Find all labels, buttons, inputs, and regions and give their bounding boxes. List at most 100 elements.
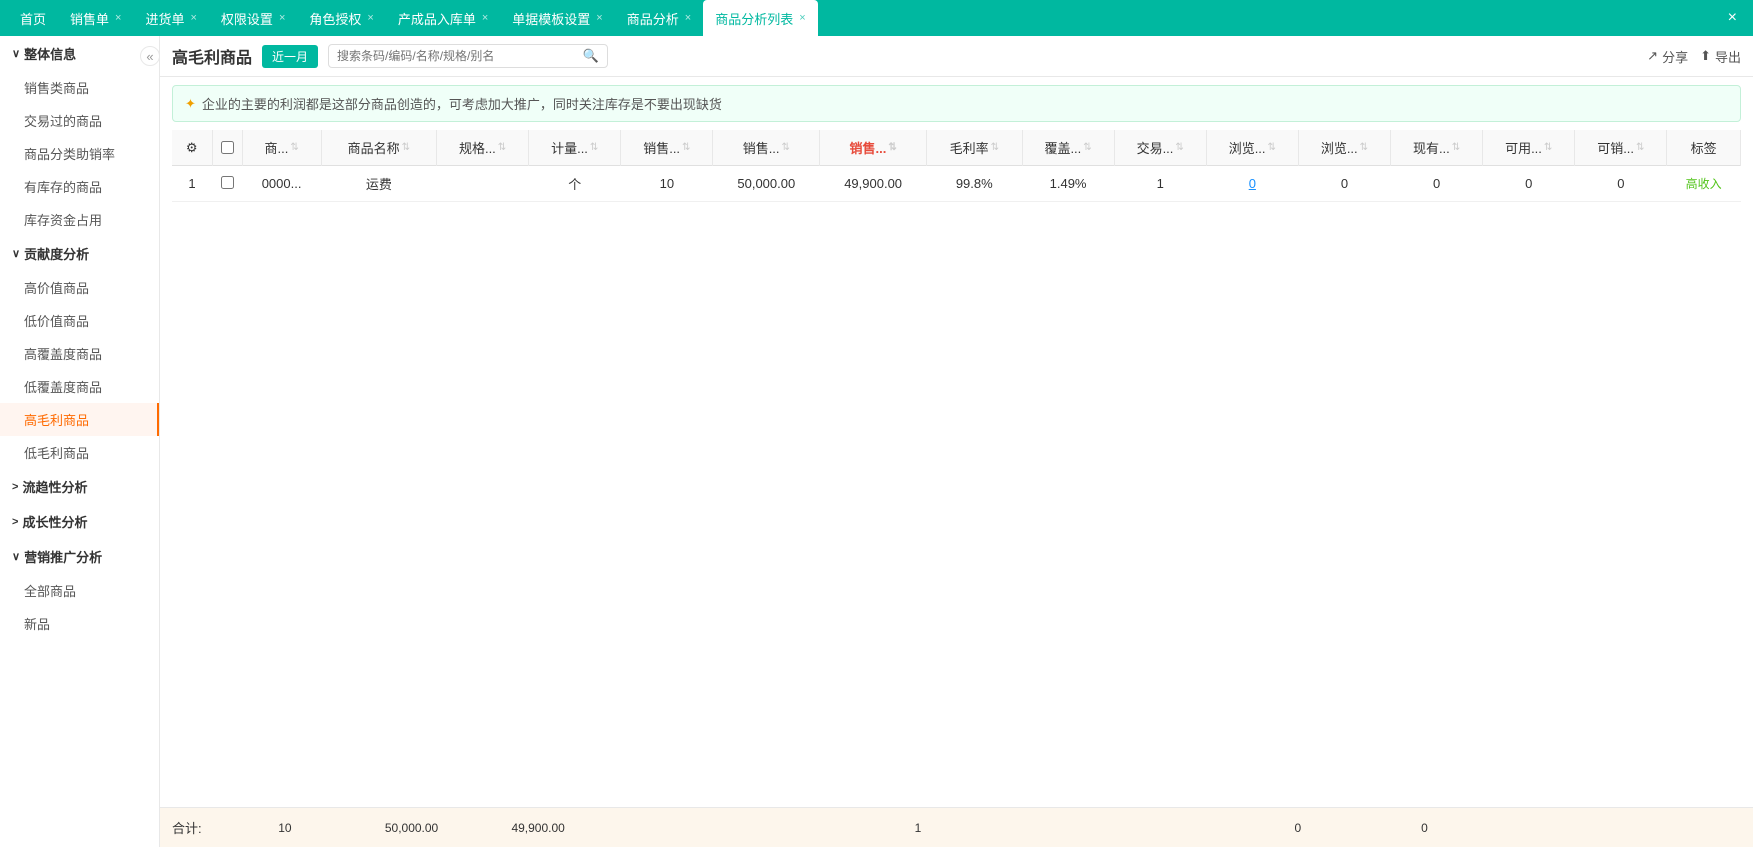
sidebar-item-category-rate[interactable]: 商品分类助销率 [0,137,159,170]
col-stock2[interactable]: 可用...⇅ [1483,130,1575,166]
col-spec[interactable]: 规格...⇅ [437,130,529,166]
sidebar-group-contribution[interactable]: ∨ 贡献度分析 [0,236,159,271]
row-tag: 高收入 [1667,166,1741,202]
content-area: 高毛利商品 近一月 🔍 ↗ 分享 ⬆ 导出 ✦ 企业的主要的利润都是这部分商品创… [160,36,1753,847]
col-transaction[interactable]: 交易...⇅ [1114,130,1206,166]
col-settings[interactable]: ⚙ [172,130,212,166]
close-all-tabs-button[interactable]: × [1720,9,1745,27]
col-sales2[interactable]: 销售...⇅ [713,130,820,166]
row-checkbox-cell [212,166,242,202]
sort-sales3-icon: ⇅ [888,142,896,153]
close-sales-icon[interactable]: × [115,12,121,24]
sidebar-group-trend[interactable]: > 流趋性分析 [0,469,159,504]
col-browse2[interactable]: 浏览...⇅ [1298,130,1390,166]
footer-label: 合计: [172,818,202,837]
row-spec [437,166,529,202]
nav-goods-analysis-list[interactable]: 商品分析列表 × [703,0,817,36]
nav-sales[interactable]: 销售单 × [58,0,133,36]
nav-role[interactable]: 角色授权 × [297,0,385,36]
col-stock3[interactable]: 可销...⇅ [1575,130,1667,166]
sidebar-item-stock-goods[interactable]: 有库存的商品 [0,170,159,203]
row-stock3: 0 [1575,166,1667,202]
col-gross[interactable]: 毛利率⇅ [927,130,1022,166]
top-nav: 首页 销售单 × 进货单 × 权限设置 × 角色授权 × 产成品入库单 × 单据… [0,0,1753,36]
sidebar-item-high-coverage[interactable]: 高覆盖度商品 [0,337,159,370]
share-icon: ↗ [1647,48,1658,64]
share-button[interactable]: ↗ 分享 [1647,47,1688,66]
sidebar-item-high-value[interactable]: 高价值商品 [0,271,159,304]
row-num: 1 [172,166,212,202]
row-name: 运费 [321,166,436,202]
sidebar-group-growth[interactable]: > 成长性分析 [0,504,159,539]
select-all-checkbox[interactable] [221,141,234,154]
sidebar-collapse-button[interactable]: « [140,46,160,66]
footer-sales2: 50,000.00 [348,821,475,835]
col-sales3[interactable]: 销售...⇅ [820,130,927,166]
nav-template[interactable]: 单据模板设置 × [500,0,614,36]
page-title: 高毛利商品 [172,44,252,68]
col-code[interactable]: 商...⇅ [242,130,321,166]
main-layout: « ∨ 整体信息 销售类商品 交易过的商品 商品分类助销率 有库存的商品 库存资… [0,36,1753,847]
sidebar-group-overall[interactable]: ∨ 整体信息 [0,36,159,71]
col-checkbox [212,130,242,166]
sort-name-icon: ⇅ [402,142,410,153]
footer-empty5 [1488,821,1615,835]
close-template-icon[interactable]: × [596,12,602,24]
close-goods-list-icon[interactable]: × [799,12,805,24]
sidebar-item-traded-goods[interactable]: 交易过的商品 [0,104,159,137]
footer-stock1: 0 [1235,821,1362,835]
arrow-trend-icon: > [12,481,18,493]
sidebar-item-low-value[interactable]: 低价值商品 [0,304,159,337]
nav-purchase[interactable]: 进货单 × [133,0,208,36]
footer-transaction: 1 [855,821,982,835]
sidebar-item-low-margin[interactable]: 低毛利商品 [0,436,159,469]
col-stock1[interactable]: 现有...⇅ [1391,130,1483,166]
close-permission-icon[interactable]: × [279,12,285,24]
sort-sales1-icon: ⇅ [682,142,690,153]
row-sales3: 49,900.00 [820,166,927,202]
col-tag: 标签 [1667,130,1741,166]
row-code: 0000... [242,166,321,202]
sidebar-item-all-goods[interactable]: 全部商品 [0,574,159,607]
arrow-growth-icon: > [12,516,18,528]
footer-empty4 [1108,821,1235,835]
sidebar-item-new-goods[interactable]: 新品 [0,607,159,640]
close-role-icon[interactable]: × [367,12,373,24]
row-browse1[interactable]: 0 [1206,166,1298,202]
col-coverage[interactable]: 覆盖...⇅ [1022,130,1114,166]
export-icon: ⬆ [1700,48,1711,64]
sidebar-item-sales-goods[interactable]: 销售类商品 [0,71,159,104]
close-product-stock-icon[interactable]: × [482,12,488,24]
nav-goods-analysis[interactable]: 商品分析 × [615,0,703,36]
sort-spec-icon: ⇅ [498,142,506,153]
footer-sales1: 10 [222,821,349,835]
sidebar-group-marketing[interactable]: ∨ 营销推广分析 [0,539,159,574]
time-filter-button[interactable]: 近一月 [262,45,318,68]
search-input[interactable] [337,49,583,63]
footer-sales3: 49,900.00 [475,821,602,835]
row-gross: 99.8% [927,166,1022,202]
search-icon[interactable]: 🔍 [583,48,599,64]
col-browse1[interactable]: 浏览...⇅ [1206,130,1298,166]
row-sales1: 10 [621,166,713,202]
sidebar-item-low-coverage[interactable]: 低覆盖度商品 [0,370,159,403]
sidebar-item-high-margin[interactable]: 高毛利商品 [0,403,159,436]
footer-empty2 [728,821,855,835]
col-name[interactable]: 商品名称⇅ [321,130,436,166]
info-banner: ✦ 企业的主要的利润都是这部分商品创造的，可考虑加大推广，同时关注库存是不要出现… [172,85,1741,122]
row-checkbox[interactable] [221,176,234,189]
row-stock1: 0 [1391,166,1483,202]
col-unit[interactable]: 计量...⇅ [529,130,621,166]
sort-unit-icon: ⇅ [590,142,598,153]
nav-home[interactable]: 首页 [8,0,58,36]
export-button[interactable]: ⬆ 导出 [1700,47,1741,66]
close-purchase-icon[interactable]: × [190,12,196,24]
col-sales1[interactable]: 销售...⇅ [621,130,713,166]
close-goods-analysis-icon[interactable]: × [685,12,691,24]
row-transaction: 1 [1114,166,1206,202]
row-coverage: 1.49% [1022,166,1114,202]
sidebar-item-stock-capital[interactable]: 库存资金占用 [0,203,159,236]
nav-product-stock[interactable]: 产成品入库单 × [386,0,500,36]
footer-empty1 [601,821,728,835]
nav-permission[interactable]: 权限设置 × [209,0,297,36]
